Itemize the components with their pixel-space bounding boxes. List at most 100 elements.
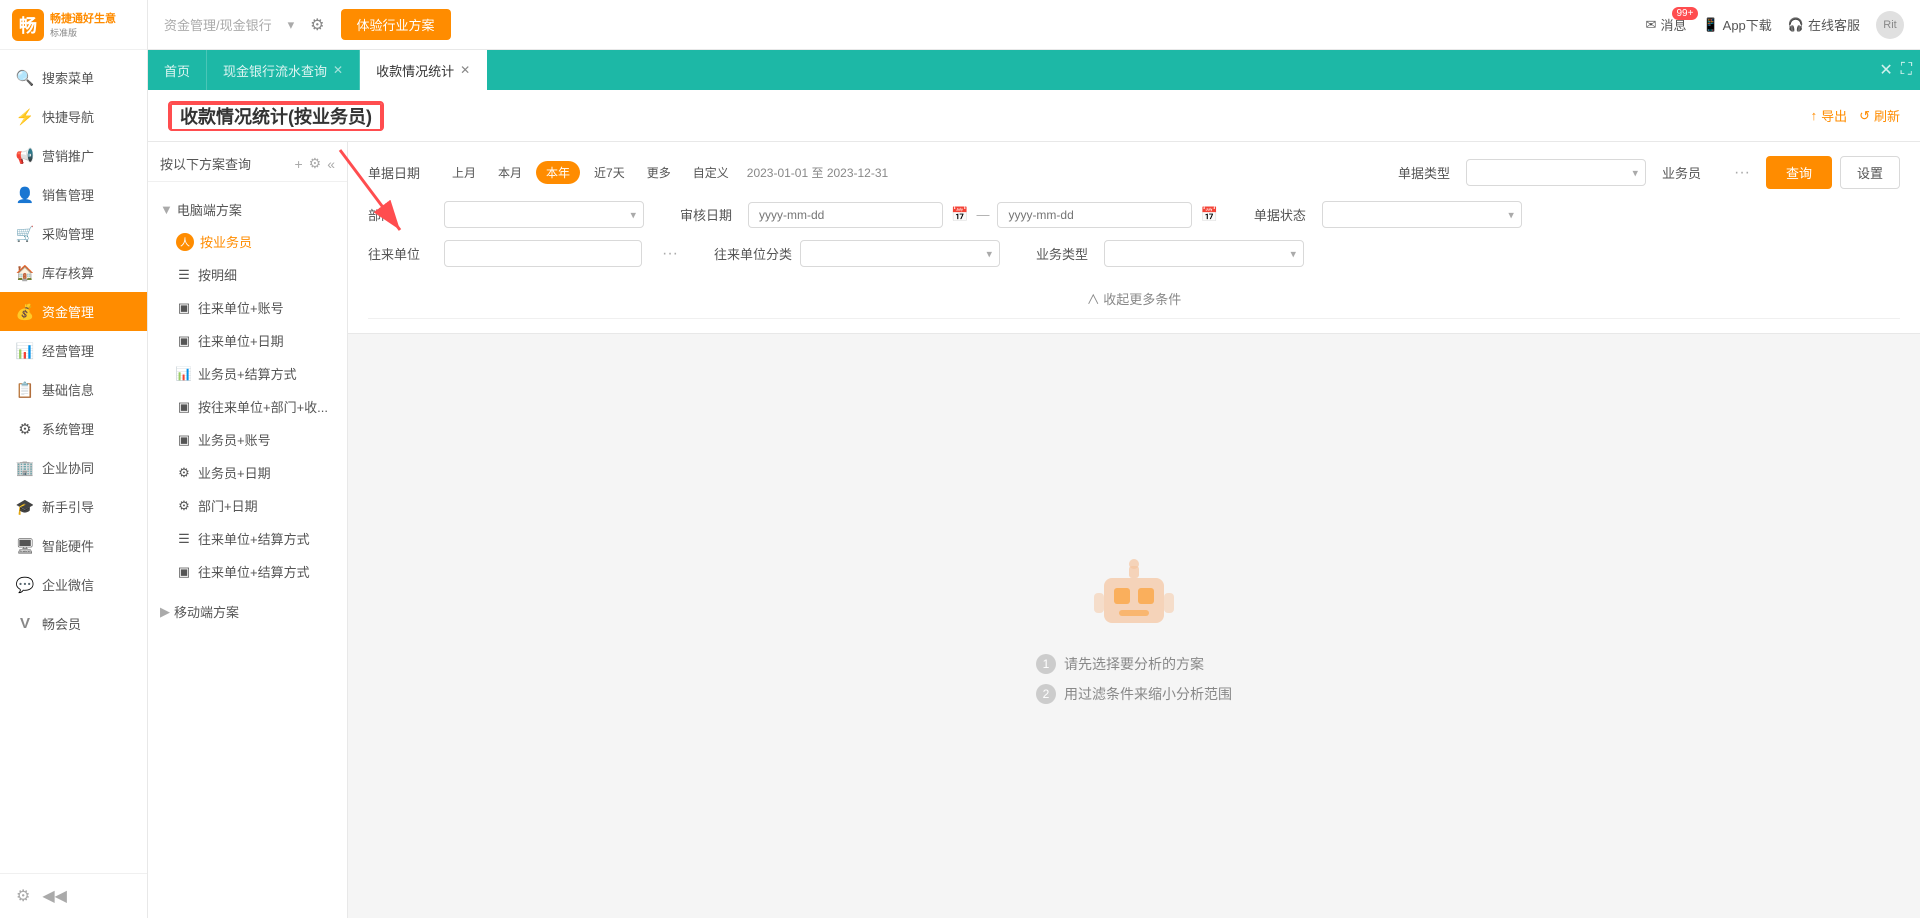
scheme-item-partner-date[interactable]: ▣ 往来单位+日期: [148, 324, 347, 357]
marketing-icon: 📢: [16, 147, 34, 165]
bill-status-wrap: 单据状态: [1254, 201, 1522, 228]
wechat-icon: 💬: [16, 576, 34, 594]
sidebar-item-finance[interactable]: 💰 资金管理: [0, 292, 147, 331]
partner-dept-icon: ▣: [176, 399, 192, 415]
collapse-sidebar-icon[interactable]: ◀◀: [42, 886, 67, 906]
review-date-start[interactable]: [748, 202, 943, 228]
action-btns: 查询 设置: [1766, 156, 1900, 189]
collapse-panel-icon[interactable]: «: [327, 156, 335, 172]
pc-group-label: 电脑端方案: [177, 200, 242, 219]
date-tab-this-year[interactable]: 本年: [536, 161, 580, 184]
sidebar-item-operation[interactable]: 📊 经营管理: [0, 331, 147, 370]
scheme-item-salesman-account[interactable]: ▣ 业务员+账号: [148, 423, 347, 456]
salesman-settle-icon: 📊: [176, 366, 192, 382]
content-area: 按以下方案查询 + ⚙ « ▼ 电脑端方案 人: [148, 142, 1920, 918]
tab-bank-flow-close-icon[interactable]: ✕: [333, 63, 343, 77]
robot-icon: [1089, 548, 1179, 638]
left-panel-title: 按以下方案查询: [160, 154, 251, 173]
scheme-settings-icon[interactable]: ⚙: [309, 155, 322, 172]
salesman-scheme-icon: 人: [176, 233, 194, 251]
add-scheme-icon[interactable]: +: [294, 156, 302, 172]
date-tab-this-month[interactable]: 本月: [490, 161, 530, 184]
member-icon: V: [16, 615, 34, 633]
export-btn[interactable]: ↑ 导出: [1811, 106, 1848, 125]
scheme-item-salesman-date[interactable]: ⚙ 业务员+日期: [148, 456, 347, 489]
message-area[interactable]: ✉ 消息 99+: [1646, 15, 1687, 34]
app-download-area[interactable]: 📱 App下载: [1702, 15, 1771, 34]
scheme-item-dept-date[interactable]: ⚙ 部门+日期: [148, 489, 347, 522]
partner-settle2-icon: ▣: [176, 564, 192, 580]
tab-receipt-stat-close-icon[interactable]: ✕: [460, 63, 470, 77]
dept-select[interactable]: [444, 201, 644, 228]
sidebar-item-marketing[interactable]: 📢 营销推广: [0, 136, 147, 175]
scheme-group-pc-header[interactable]: ▼ 电脑端方案: [148, 194, 347, 225]
partner-settle1-icon: ☰: [176, 531, 192, 547]
refresh-btn[interactable]: ↺ 刷新: [1859, 106, 1900, 125]
sidebar-item-member[interactable]: V 畅会员: [0, 604, 147, 643]
sidebar-item-quick-nav[interactable]: ⚡ 快捷导航: [0, 97, 147, 136]
collapse-bar[interactable]: ∧ 收起更多条件: [368, 279, 1900, 319]
bill-type-wrap: 单据类型: [1398, 159, 1646, 186]
data-placeholder-area: 1 请先选择要分析的方案 2 用过滤条件来缩小分析范围: [348, 334, 1920, 918]
partner-category-label: 往来单位分类: [714, 244, 792, 263]
tip-num-1: 1: [1036, 654, 1056, 674]
settings-bottom-icon[interactable]: ⚙: [16, 886, 30, 906]
close-all-tabs-btn[interactable]: ✕: [1879, 60, 1892, 80]
stock-icon: 🏠: [16, 264, 34, 282]
scheme-item-partner-settle1[interactable]: ☰ 往来单位+结算方式: [148, 522, 347, 555]
partner-category-select-wrap: [800, 240, 1000, 267]
review-date-wrap: 审核日期 📅 — 📅: [680, 202, 1218, 228]
user-avatar[interactable]: Rit: [1876, 11, 1904, 39]
service-area[interactable]: 🎧 在线客服: [1788, 15, 1860, 34]
bill-type-select[interactable]: [1466, 159, 1646, 186]
quick-nav-icon: ⚡: [16, 108, 34, 126]
sidebar-item-guide[interactable]: 🎓 新手引导: [0, 487, 147, 526]
scheme-item-partner-dept[interactable]: ▣ 按往来单位+部门+收...: [148, 390, 347, 423]
biz-type-label: 业务类型: [1036, 244, 1096, 263]
filter-area: 单据日期 上月 本月 本年 近7天 更多 自定义 2023-01-01 至 20…: [348, 142, 1920, 334]
bill-status-select[interactable]: [1322, 201, 1522, 228]
sidebar-item-sales[interactable]: 👤 销售管理: [0, 175, 147, 214]
sidebar-item-corp[interactable]: 🏢 企业协同: [0, 448, 147, 487]
scheme-item-partner-settle2[interactable]: ▣ 往来单位+结算方式: [148, 555, 347, 588]
scheme-item-partner-account[interactable]: ▣ 往来单位+账号: [148, 291, 347, 324]
sidebar-item-wechat[interactable]: 💬 企业微信: [0, 565, 147, 604]
page-title-box: 收款情况统计(按业务员): [168, 101, 384, 131]
partner-dots-icon[interactable]: ···: [662, 245, 678, 263]
biz-type-select-wrap: [1104, 240, 1304, 267]
sidebar-item-search[interactable]: 🔍 搜索菜单: [0, 58, 147, 97]
sidebar-item-stock[interactable]: 🏠 库存核算: [0, 253, 147, 292]
scheme-item-by-detail[interactable]: ☰ 按明细: [148, 258, 347, 291]
trial-btn[interactable]: 体验行业方案: [341, 9, 451, 40]
date-tab-last-month[interactable]: 上月: [444, 161, 484, 184]
tab-bank-flow[interactable]: 现金银行流水查询 ✕: [207, 50, 360, 90]
date-tab-more[interactable]: 更多: [639, 161, 679, 184]
scheme-item-by-salesman[interactable]: 人 按业务员: [148, 225, 347, 258]
date-tab-custom[interactable]: 自定义: [685, 161, 737, 184]
scheme-group-mobile-header[interactable]: ▶ 移动端方案: [148, 596, 347, 627]
partner-category-select[interactable]: [800, 240, 1000, 267]
topbar-gear-icon[interactable]: ⚙: [310, 15, 324, 35]
partner-input[interactable]: [444, 240, 642, 267]
date-range-display: 2023-01-01 至 2023-12-31: [747, 164, 888, 181]
query-button[interactable]: 查询: [1766, 156, 1832, 189]
date-tabs: 上月 本月 本年 近7天 更多 自定义 2023-01-01 至 2023-12…: [444, 161, 888, 184]
sales-icon: 👤: [16, 186, 34, 204]
review-date-end[interactable]: [997, 202, 1192, 228]
scheme-item-salesman-settle[interactable]: 📊 业务员+结算方式: [148, 357, 347, 390]
scheme-group-mobile: ▶ 移动端方案: [148, 592, 347, 631]
biz-type-select[interactable]: [1104, 240, 1304, 267]
sidebar-item-purchase[interactable]: 🛒 采购管理: [0, 214, 147, 253]
sidebar-item-system[interactable]: ⚙ 系统管理: [0, 409, 147, 448]
tab-receipt-stat[interactable]: 收款情况统计 ✕: [360, 50, 487, 90]
sidebar-item-basic[interactable]: 📋 基础信息: [0, 370, 147, 409]
date-tab-7days[interactable]: 近7天: [586, 161, 633, 184]
left-panel-actions: + ⚙ «: [294, 155, 335, 172]
tab-home[interactable]: 首页: [148, 50, 207, 90]
sidebar-bottom: ⚙ ◀◀: [0, 873, 147, 918]
biz-type-wrap: 业务类型: [1036, 240, 1304, 267]
maximize-btn[interactable]: ⛶: [1901, 61, 1912, 79]
page-header-actions: ↑ 导出 ↺ 刷新: [1811, 106, 1900, 125]
sidebar-item-hardware[interactable]: 🖥 智能硬件: [0, 526, 147, 565]
settings-button[interactable]: 设置: [1840, 156, 1900, 189]
